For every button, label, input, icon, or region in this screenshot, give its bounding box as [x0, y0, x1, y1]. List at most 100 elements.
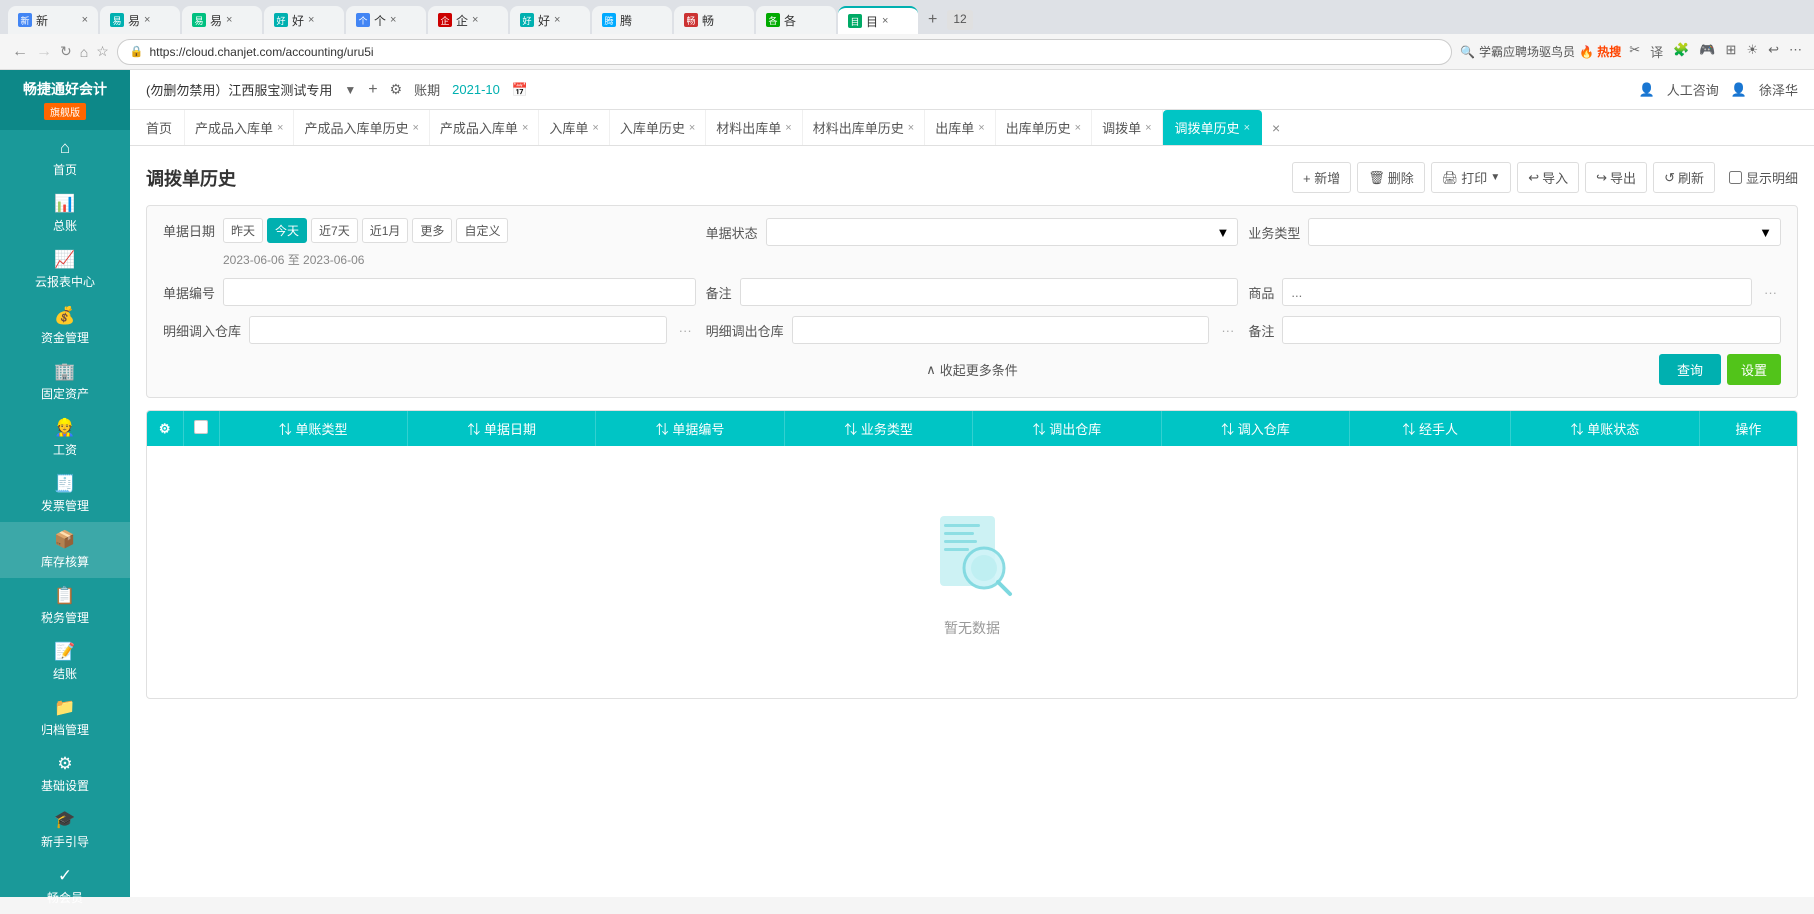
tab-close-2[interactable]: × — [412, 122, 418, 134]
th-order-date[interactable]: ⇅ 单据日期 — [407, 411, 595, 446]
sidebar-item-guide[interactable]: 🎓 新手引导 — [0, 802, 130, 858]
browser-tab-2[interactable]: 易 易 × — [100, 6, 180, 34]
th-checkbox[interactable] — [183, 411, 219, 446]
browser-tab-4[interactable]: 好 好 × — [264, 6, 344, 34]
tab-issue-hist[interactable]: 出库单历史 × — [996, 110, 1092, 146]
browser-search-box[interactable]: 🔍 学霸应聘场驱鸟员 🔥 热搜 — [1460, 43, 1621, 60]
sidebar-item-funds[interactable]: 💰 资金管理 — [0, 298, 130, 354]
browser-tab-9[interactable]: 畅 畅 — [674, 6, 754, 34]
th-order-type[interactable]: ⇅ 单账类型 — [219, 411, 407, 446]
tab-finished-goods-in[interactable]: 产成品入库单 × — [185, 110, 294, 146]
topbar-gear-icon[interactable]: ⚙ — [390, 81, 403, 98]
calendar-icon[interactable]: 📅 — [512, 82, 528, 98]
browser-tab-11[interactable]: 目 目 × — [838, 6, 918, 34]
biz-type-select[interactable]: ▼ — [1308, 218, 1781, 246]
tab-transfer-hist[interactable]: 调拨单历史 × — [1163, 110, 1262, 146]
star-button[interactable]: ☆ — [96, 43, 109, 60]
detail-in-input[interactable] — [249, 316, 667, 344]
status-select[interactable]: ▼ — [766, 218, 1239, 246]
tab-close-4[interactable]: × — [592, 122, 598, 134]
tab-close-6[interactable]: × — [785, 122, 791, 134]
remark2-input[interactable] — [1282, 316, 1781, 344]
query-button[interactable]: 查询 — [1659, 354, 1721, 385]
sidebar-item-archive[interactable]: 📁 归档管理 — [0, 690, 130, 746]
tab-close-9[interactable]: × — [1075, 122, 1081, 134]
date-btn-today[interactable]: 今天 — [267, 218, 307, 243]
tab-close-1[interactable]: × — [277, 122, 283, 134]
sidebar-item-inventory[interactable]: 📦 库存核算 — [0, 522, 130, 578]
tab-close-5[interactable]: × — [689, 122, 695, 134]
th-gear[interactable]: ⚙ — [147, 411, 183, 446]
date-btn-1month[interactable]: 近1月 — [362, 218, 409, 243]
tab-finished-goods-in-2[interactable]: 产成品入库单 × — [430, 110, 539, 146]
sidebar-item-tax[interactable]: 📋 税务管理 — [0, 578, 130, 634]
sidebar-item-salary[interactable]: 👷 工资 — [0, 410, 130, 466]
tab-close-7[interactable]: × — [908, 122, 914, 134]
th-order-no[interactable]: ⇅ 单据编号 — [596, 411, 784, 446]
refresh-button[interactable]: ↺ 刷新 — [1653, 162, 1715, 193]
company-dropdown-icon[interactable]: ▼ — [344, 83, 356, 97]
th-out-warehouse[interactable]: ⇅ 调出仓库 — [973, 411, 1161, 446]
goods-input[interactable] — [1282, 278, 1752, 306]
browser-tab-1[interactable]: 新 新 × — [8, 6, 98, 34]
tab-material-out-hist[interactable]: 材料出库单历史 × — [803, 110, 925, 146]
print-button[interactable]: 🖨 打印 ▼ — [1431, 162, 1511, 193]
browser-tab-6[interactable]: 企 企 × — [428, 6, 508, 34]
import-button[interactable]: ↩ 导入 — [1517, 162, 1579, 193]
settings-button[interactable]: 设置 — [1727, 354, 1781, 385]
show-columns-toggle[interactable]: 显示明细 — [1729, 168, 1798, 187]
forward-button[interactable]: → — [36, 43, 52, 61]
new-button[interactable]: + 新增 — [1292, 162, 1351, 193]
browser-tab-8[interactable]: 腾 腾 — [592, 6, 672, 34]
tab-receipt[interactable]: 入库单 × — [539, 110, 609, 146]
detail-out-input[interactable] — [792, 316, 1210, 344]
topbar-period-value[interactable]: 2021-10 — [452, 82, 500, 97]
detail-in-more-icon[interactable]: ··· — [675, 323, 696, 338]
sidebar-item-invoice[interactable]: 🧾 发票管理 — [0, 466, 130, 522]
browser-tab-5[interactable]: 个 个 × — [346, 6, 426, 34]
topbar-add-btn[interactable]: + — [368, 81, 377, 99]
back-button[interactable]: ← — [12, 43, 28, 61]
tab-close-3[interactable]: × — [522, 122, 528, 134]
th-biz-type[interactable]: ⇅ 业务类型 — [784, 411, 972, 446]
export-button[interactable]: ↪ 导出 — [1585, 162, 1647, 193]
address-bar[interactable]: 🔒 https://cloud.chanjet.com/accounting/u… — [117, 39, 1452, 65]
date-btn-yesterday[interactable]: 昨天 — [223, 218, 263, 243]
browser-tab-3[interactable]: 易 易 × — [182, 6, 262, 34]
date-btn-7days[interactable]: 近7天 — [311, 218, 358, 243]
reload-button[interactable]: ↻ — [60, 43, 72, 60]
detail-out-more-icon[interactable]: ··· — [1217, 323, 1238, 338]
tab-transfer[interactable]: 调拨单 × — [1092, 110, 1162, 146]
remark-input[interactable] — [740, 278, 1239, 306]
sidebar-item-home[interactable]: ⌂ 首页 — [0, 130, 130, 186]
sidebar-item-reports[interactable]: 📈 云报表中心 — [0, 242, 130, 298]
tab-receipt-hist[interactable]: 入库单历史 × — [610, 110, 706, 146]
date-btn-custom[interactable]: 自定义 — [456, 218, 508, 243]
tab-material-out[interactable]: 材料出库单 × — [706, 110, 802, 146]
sidebar-item-member[interactable]: ✓ 畅会员 — [0, 858, 130, 914]
th-status[interactable]: ⇅ 单账状态 — [1511, 411, 1699, 446]
goods-more-icon[interactable]: ··· — [1760, 285, 1781, 300]
sidebar-item-assets[interactable]: 🏢 固定资产 — [0, 354, 130, 410]
date-btn-more[interactable]: 更多 — [412, 218, 452, 243]
sidebar-item-close-books[interactable]: 📝 结账 — [0, 634, 130, 690]
collapse-more-btn[interactable]: ∧ 收起更多条件 — [926, 360, 1018, 379]
tab-close-button[interactable]: × — [1266, 120, 1286, 136]
tab-close-11[interactable]: × — [1244, 122, 1250, 134]
new-tab-button[interactable]: + — [920, 6, 945, 34]
th-in-warehouse[interactable]: ⇅ 调入仓库 — [1161, 411, 1349, 446]
tab-home[interactable]: 首页 — [134, 110, 185, 146]
service-label[interactable]: 人工咨询 — [1667, 80, 1719, 99]
tab-issue[interactable]: 出库单 × — [925, 110, 995, 146]
browser-tab-10[interactable]: 各 各 — [756, 6, 836, 34]
tab-finished-goods-in-hist[interactable]: 产成品入库单历史 × — [294, 110, 429, 146]
th-handler[interactable]: ⇅ 经手人 — [1350, 411, 1511, 446]
browser-tab-7[interactable]: 好 好 × — [510, 6, 590, 34]
home-button[interactable]: ⌂ — [80, 44, 88, 60]
sidebar-item-ledger[interactable]: 📊 总账 — [0, 186, 130, 242]
tab-close-8[interactable]: × — [978, 122, 984, 134]
sidebar-item-settings[interactable]: ⚙ 基础设置 — [0, 746, 130, 802]
delete-button[interactable]: 🗑 删除 — [1357, 162, 1425, 193]
order-no-input[interactable] — [223, 278, 696, 306]
tab-close-10[interactable]: × — [1145, 122, 1151, 134]
